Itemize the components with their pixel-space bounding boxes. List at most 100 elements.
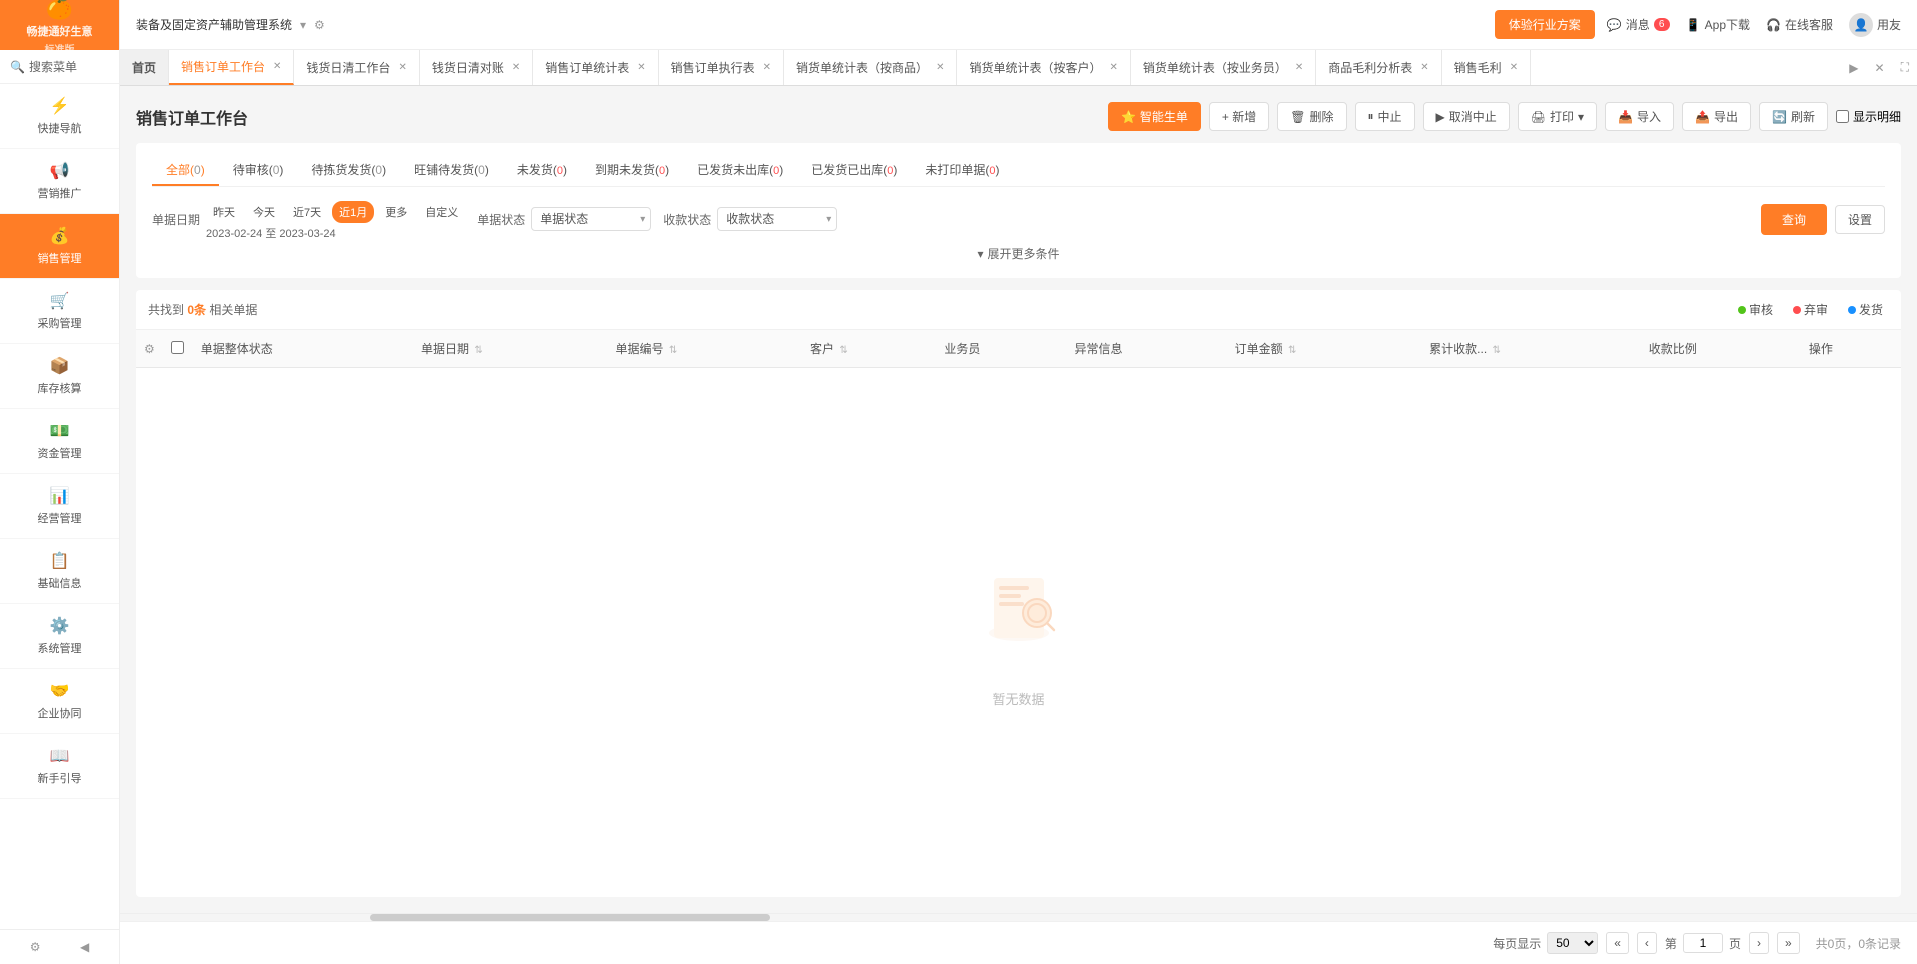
- sidebar-item-marketing[interactable]: 📢 营销推广: [0, 149, 119, 214]
- sidebar-item-guide[interactable]: 📖 新手引导: [0, 734, 119, 799]
- export-btn[interactable]: 📤 导出: [1682, 102, 1751, 131]
- date-btn-today[interactable]: 今天: [246, 201, 282, 223]
- collected-sort-icon: ⇅: [1493, 345, 1501, 356]
- sidebar-item-inventory[interactable]: 📦 库存核算: [0, 344, 119, 409]
- sidebar-item-operations[interactable]: 📊 经营管理: [0, 474, 119, 539]
- tab-close-sales-stat[interactable]: ✕: [637, 62, 645, 73]
- tab-cargo-stat-customer[interactable]: 销货单统计表（按客户） ✕: [957, 50, 1130, 85]
- tab-home[interactable]: 首页: [120, 50, 169, 85]
- cancel-suspend-btn[interactable]: ▶ 取消中止: [1423, 102, 1510, 131]
- col-ratio: 收款比例: [1641, 330, 1801, 368]
- tab-cash-daily[interactable]: 钱货日清工作台 ✕: [294, 50, 419, 85]
- first-page-btn[interactable]: «: [1606, 932, 1629, 954]
- sidebar-collapse-btn[interactable]: ◀: [80, 940, 89, 954]
- col-collected[interactable]: 累计收款... ⇅: [1421, 330, 1641, 368]
- print-btn[interactable]: 🖨 打印 ▾: [1518, 102, 1597, 131]
- col-settings[interactable]: ⚙: [136, 330, 163, 368]
- sidebar-item-system[interactable]: ⚙️ 系统管理: [0, 604, 119, 669]
- date-btn-more[interactable]: 更多: [378, 201, 414, 223]
- smart-icon: ⭐: [1121, 110, 1136, 124]
- col-number[interactable]: 单据编号 ⇅: [607, 330, 802, 368]
- filter-tab-all[interactable]: 全部(0): [152, 155, 219, 186]
- tab-sales-exec[interactable]: 销售订单执行表 ✕: [659, 50, 784, 85]
- tab-close-cash-reconcile[interactable]: ✕: [512, 62, 520, 73]
- select-all-checkbox[interactable]: [171, 341, 184, 354]
- tab-close-cargo-stat-salesman[interactable]: ✕: [1295, 62, 1303, 73]
- tab-close-sales-profit[interactable]: ✕: [1510, 62, 1518, 73]
- date-btn-custom[interactable]: 自定义: [418, 201, 465, 223]
- page-number-input[interactable]: [1683, 933, 1723, 953]
- scrollbar-thumb[interactable]: [370, 914, 770, 921]
- tab-close-gross-margin[interactable]: ✕: [1420, 62, 1428, 73]
- filter-tab-not-printed[interactable]: 未打印单据(0): [911, 155, 1013, 186]
- sidebar-item-purchase[interactable]: 🛒 采购管理: [0, 279, 119, 344]
- review-btn[interactable]: 审核: [1732, 298, 1779, 321]
- filter-tab-overdue[interactable]: 到期未发货(0): [581, 155, 683, 186]
- tab-maximize[interactable]: ⛶: [1893, 60, 1917, 75]
- suspend-btn[interactable]: ⏸ 中止: [1355, 102, 1415, 131]
- per-page-select[interactable]: 50 10 20 100: [1547, 932, 1598, 954]
- filter-tab-pending-review[interactable]: 待审核(0): [219, 155, 298, 186]
- sidebar-item-cooperation[interactable]: 🤝 企业协同: [0, 669, 119, 734]
- refresh-btn[interactable]: 🔄 刷新: [1759, 102, 1828, 131]
- expand-icon: ▾: [977, 247, 983, 261]
- col-salesman: 业务员: [936, 330, 1066, 368]
- tab-close-cash-daily[interactable]: ✕: [398, 62, 406, 73]
- next-page-btn[interactable]: ›: [1749, 932, 1769, 954]
- status-select[interactable]: 单据状态: [531, 207, 651, 231]
- tab-sales-order[interactable]: 销售订单工作台 ✕: [169, 50, 294, 85]
- show-detail-checkbox[interactable]: [1836, 110, 1849, 123]
- tab-cash-reconcile[interactable]: 钱货日清对账 ✕: [420, 50, 533, 85]
- smart-create-btn[interactable]: ⭐ 智能生单: [1108, 102, 1201, 131]
- app-download-action[interactable]: 📱 App下载: [1686, 16, 1750, 33]
- sidebar-settings-btn[interactable]: ⚙: [30, 940, 41, 954]
- tab-cargo-stat-product[interactable]: 销货单统计表（按商品） ✕: [784, 50, 957, 85]
- col-amount[interactable]: 订单金额 ⇅: [1227, 330, 1422, 368]
- add-btn[interactable]: + 新增: [1209, 102, 1269, 131]
- tab-close-sales-order[interactable]: ✕: [273, 61, 281, 72]
- ship-btn[interactable]: 发货: [1842, 298, 1889, 321]
- tab-sales-stat[interactable]: 销售订单统计表 ✕: [533, 50, 658, 85]
- tab-cargo-stat-salesman[interactable]: 销货单统计表（按业务员） ✕: [1131, 50, 1316, 85]
- delete-btn[interactable]: 🗑 删除: [1277, 102, 1346, 131]
- horizontal-scrollbar[interactable]: [120, 913, 1917, 921]
- date-btn-yesterday[interactable]: 昨天: [206, 201, 242, 223]
- filter-tab-pending-inspect[interactable]: 待拣货发货(0): [297, 155, 400, 186]
- prev-page-btn[interactable]: ‹: [1637, 932, 1657, 954]
- message-action[interactable]: 💬 消息 6: [1607, 16, 1670, 33]
- settings-btn[interactable]: 设置: [1835, 205, 1885, 234]
- system-dropdown-icon[interactable]: ▾: [300, 18, 306, 32]
- import-btn[interactable]: 📥 导入: [1605, 102, 1674, 131]
- col-date[interactable]: 单据日期 ⇅: [413, 330, 608, 368]
- tab-close-all[interactable]: ✕: [1867, 61, 1893, 75]
- sidebar-item-basic-info[interactable]: 📋 基础信息: [0, 539, 119, 604]
- filter-tab-shipped-not-out[interactable]: 已发货未出库(0): [683, 155, 797, 186]
- trial-btn[interactable]: 体验行业方案: [1495, 10, 1595, 39]
- sidebar-item-quick-nav[interactable]: ⚡ 快捷导航: [0, 84, 119, 149]
- tab-gross-margin[interactable]: 商品毛利分析表 ✕: [1316, 50, 1441, 85]
- filter-tab-wangpu-pending[interactable]: 旺铺待发货(0): [400, 155, 503, 186]
- tab-close-cargo-stat-product[interactable]: ✕: [936, 62, 944, 73]
- sidebar-search[interactable]: 🔍 搜索菜单: [0, 50, 119, 84]
- query-btn[interactable]: 查询: [1761, 204, 1827, 235]
- filter-tab-not-shipped[interactable]: 未发货(0): [503, 155, 581, 186]
- payment-select[interactable]: 收款状态: [717, 207, 837, 231]
- tab-scroll-right[interactable]: ▶: [1841, 61, 1866, 75]
- expand-more-btn[interactable]: ▾ 展开更多条件: [152, 241, 1885, 266]
- sidebar-item-finance[interactable]: 💵 资金管理: [0, 409, 119, 474]
- online-service-action[interactable]: 🎧 在线客服: [1766, 16, 1833, 33]
- filter-tab-shipped-out[interactable]: 已发货已出库(0): [797, 155, 911, 186]
- last-page-btn[interactable]: »: [1777, 932, 1800, 954]
- user-action[interactable]: 👤 用友: [1849, 13, 1901, 37]
- show-detail-toggle[interactable]: 显示明细: [1836, 108, 1901, 125]
- date-btn-7days[interactable]: 近7天: [286, 201, 328, 223]
- cancel-review-btn[interactable]: 弃审: [1787, 298, 1834, 321]
- date-btn-1month[interactable]: 近1月: [332, 201, 374, 223]
- col-status: 单据整体状态: [193, 330, 413, 368]
- col-customer[interactable]: 客户 ⇅: [802, 330, 936, 368]
- tab-close-cargo-stat-customer[interactable]: ✕: [1109, 62, 1117, 73]
- tab-sales-profit[interactable]: 销售毛利 ✕: [1442, 50, 1531, 85]
- tab-close-sales-exec[interactable]: ✕: [763, 62, 771, 73]
- sidebar-item-sales[interactable]: 💰 销售管理: [0, 214, 119, 279]
- settings-icon[interactable]: ⚙: [314, 18, 325, 32]
